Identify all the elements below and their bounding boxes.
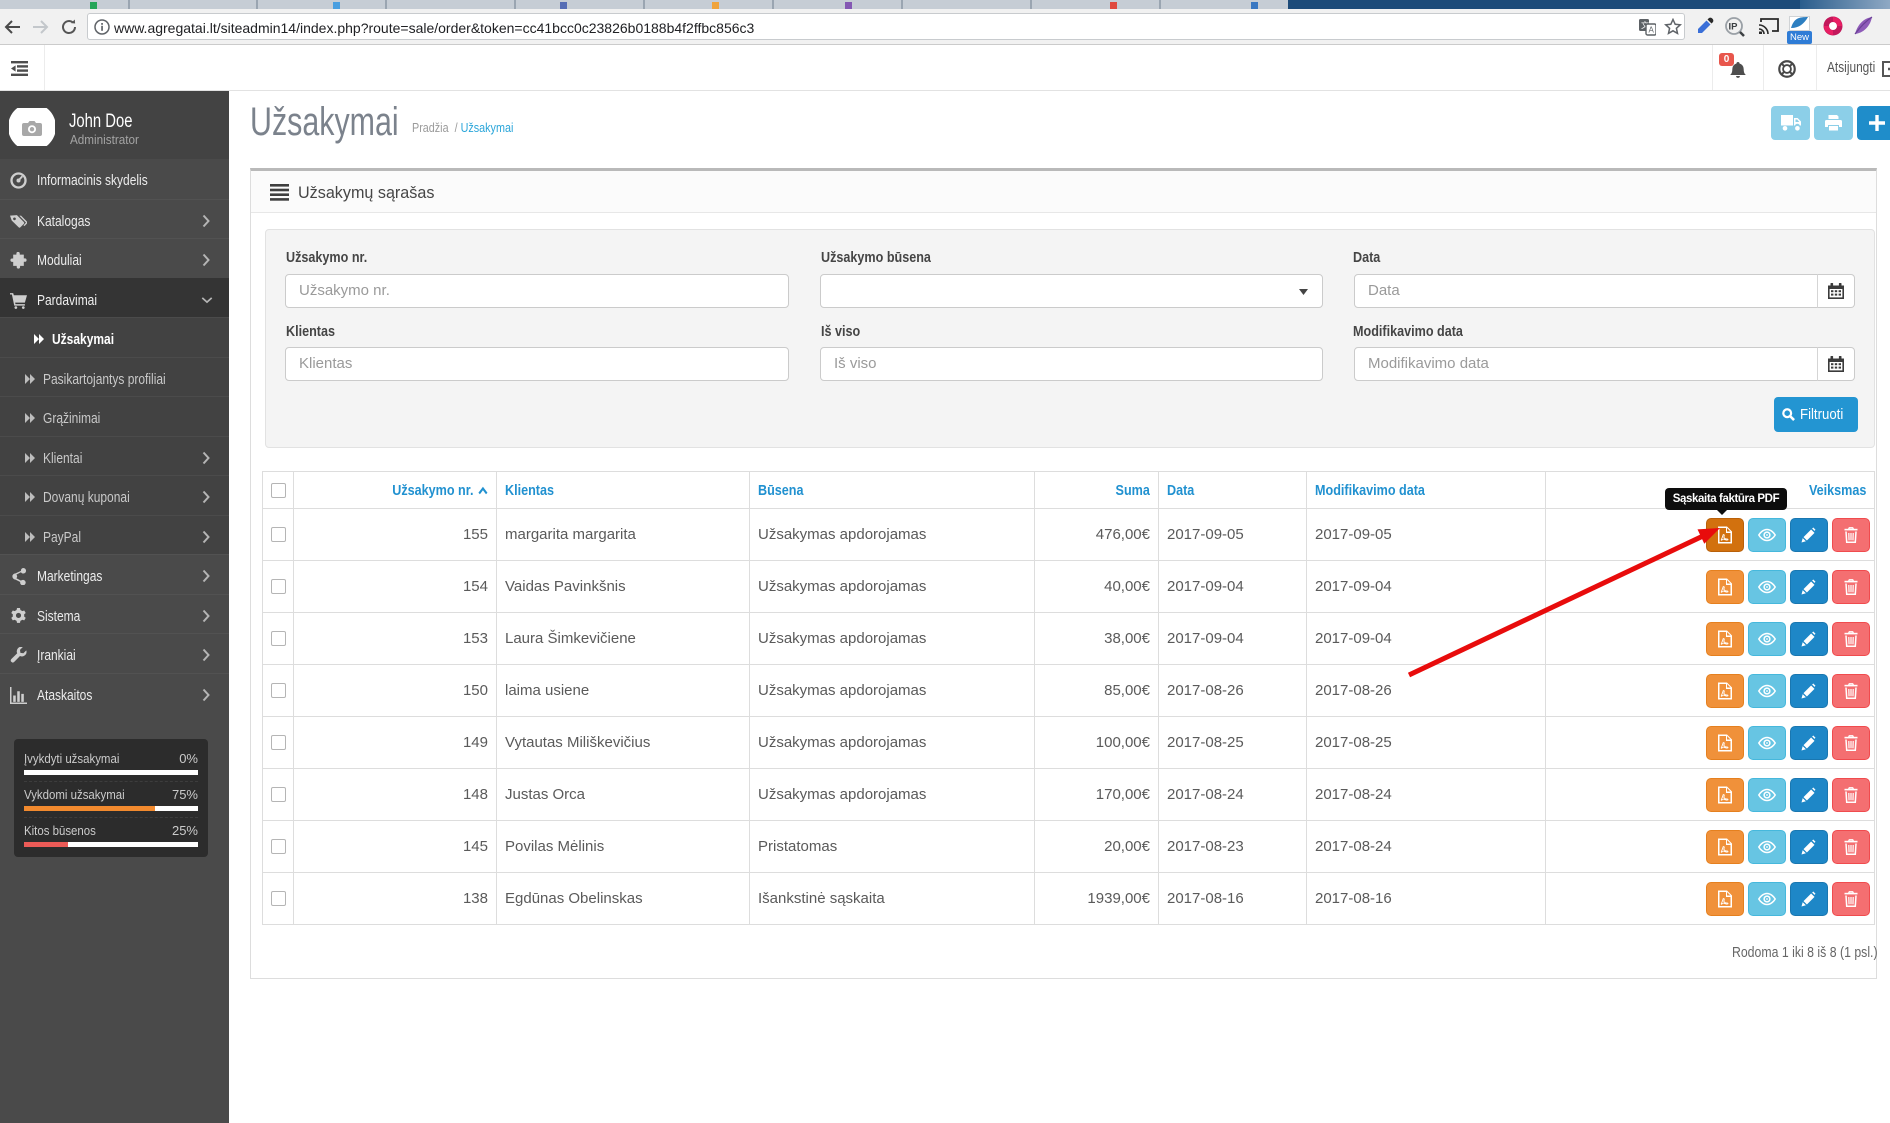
svg-text:IP: IP (1729, 22, 1739, 33)
svg-text:A: A (1649, 26, 1655, 35)
